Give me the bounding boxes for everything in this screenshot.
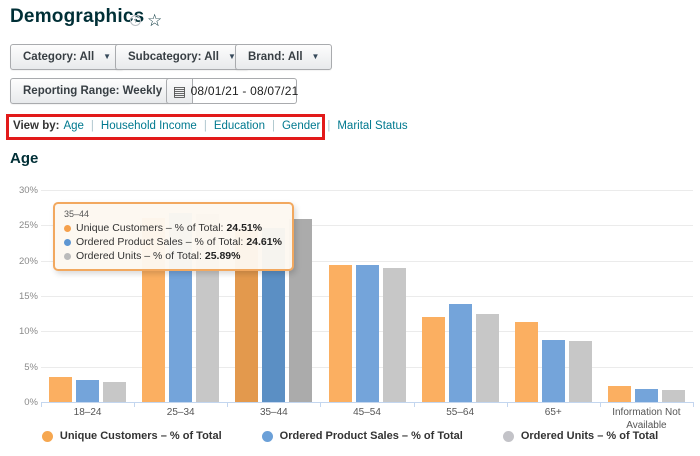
subcategory-dropdown[interactable]: Subcategory: All ▼ (115, 44, 249, 70)
gridline (41, 190, 693, 191)
brand-dropdown[interactable]: Brand: All ▼ (235, 44, 333, 70)
bar-Information-Not-Available-s1[interactable] (634, 388, 658, 402)
bar-45–54-s2[interactable] (382, 268, 406, 402)
bar-65+-s2[interactable] (568, 340, 592, 402)
x-axis-label: 25–34 (166, 407, 195, 418)
bar-65+-s0[interactable] (514, 322, 538, 402)
age-section-title: Age (10, 150, 39, 167)
link-separator: | (271, 120, 275, 132)
chevron-down-icon: ▼ (103, 52, 112, 61)
bar-55–64-s1[interactable] (448, 304, 472, 402)
x-axis-label: 65+ (544, 407, 562, 418)
legend-label: Ordered Product Sales – % of Total (279, 430, 463, 442)
bar-45–54-s0[interactable] (328, 264, 352, 402)
y-axis-label: 25% (18, 220, 38, 232)
legend-dot-icon (41, 430, 53, 442)
chart-legend: Unique Customers – % of Total Ordered Pro… (0, 430, 700, 442)
category-dropdown[interactable]: Category: All ▼ (10, 44, 125, 70)
series-dot-icon (64, 224, 71, 232)
bar-18–24-s0[interactable] (49, 377, 73, 402)
y-axis-label: 5% (24, 361, 38, 373)
brand-dropdown-label: Brand: All (248, 51, 303, 63)
bar-18–24-s2[interactable] (103, 381, 127, 402)
bar-55–64-s2[interactable] (475, 313, 499, 402)
view-by-link-age[interactable]: Age (63, 120, 83, 132)
view-by-label: View by: (13, 120, 60, 132)
legend-dot-icon (502, 430, 514, 442)
link-separator: | (90, 120, 94, 132)
tooltip-value: 25.89% (204, 250, 241, 262)
x-axis-label: 35–44 (259, 407, 288, 418)
y-axis-label: 10% (18, 326, 38, 338)
calendar-icon: ▤ (172, 83, 187, 99)
page-title: Demographics (10, 6, 145, 27)
date-range-field[interactable]: 08/01/21 - 08/07/21 (191, 78, 298, 104)
tooltip-row: Unique Customers – % of Total: 24.51% (64, 221, 282, 235)
subcategory-dropdown-label: Subcategory: All (128, 51, 219, 63)
legend-label: Ordered Units – % of Total (520, 430, 659, 442)
link-separator: | (203, 120, 207, 132)
tooltip-value: 24.61% (246, 236, 282, 248)
view-by-link-household-income[interactable]: Household Income (101, 120, 197, 132)
x-axis-label: 55–64 (446, 407, 475, 418)
y-axis-label: 0% (24, 397, 38, 408)
x-axis-label: 45–54 (353, 407, 381, 418)
calendar-button[interactable]: ▤ (166, 78, 193, 104)
bar-18–24-s1[interactable] (76, 380, 100, 402)
chart-tooltip: 35–44 Unique Customers – % of Total: 24.5… (53, 202, 294, 271)
tooltip-label: Ordered Units – % of Total: (76, 250, 202, 262)
x-axis-line (41, 402, 693, 403)
view-by-row: View by: Age | Household Income | Education |… (13, 120, 408, 132)
legend-label: Unique Customers – % of Total (59, 430, 222, 442)
series-dot-icon (64, 252, 71, 260)
tooltip-value: 24.51% (226, 222, 263, 234)
view-by-link-education[interactable]: Education (214, 120, 265, 132)
bar-Information-Not-Available-s2[interactable] (661, 390, 685, 402)
tooltip-row: Ordered Product Sales – % of Total: 24.61… (64, 235, 282, 249)
axis-tick (693, 402, 694, 407)
x-axis-label: Information Not Available (612, 407, 681, 431)
y-axis-label: 20% (18, 255, 38, 267)
legend-item-0[interactable]: Unique Customers – % of Total (41, 430, 222, 442)
series-dot-icon (64, 238, 71, 246)
tooltip-label: Ordered Product Sales – % of Total: (76, 236, 244, 248)
reporting-range-dropdown[interactable]: Reporting Range: Weekly ▼ (10, 78, 193, 104)
legend-item-2[interactable]: Ordered Units – % of Total (502, 430, 659, 442)
reporting-range-label: Reporting Range: Weekly (23, 85, 163, 97)
bar-65+-s1[interactable] (541, 339, 565, 402)
x-axis-label: 18–24 (73, 407, 102, 418)
bar-Information-Not-Available-s0[interactable] (607, 385, 631, 402)
chevron-down-icon: ▼ (311, 52, 320, 61)
view-by-link-marital-status[interactable]: Marital Status (337, 120, 407, 132)
tooltip-category: 35–44 (64, 209, 90, 219)
y-axis-label: 15% (18, 291, 38, 302)
info-icon[interactable]: i (130, 15, 141, 26)
view-by-link-gender[interactable]: Gender (282, 120, 320, 132)
favorite-star-icon[interactable]: ☆ (147, 12, 162, 29)
tooltip-label: Unique Customers – % of Total: (76, 222, 224, 234)
tooltip-row: Ordered Units – % of Total: 25.89% (64, 249, 282, 263)
category-dropdown-label: Category: All (23, 51, 95, 63)
legend-dot-icon (261, 430, 273, 442)
link-separator: | (327, 120, 331, 132)
legend-item-1[interactable]: Ordered Product Sales – % of Total (261, 430, 463, 442)
bar-55–64-s0[interactable] (421, 316, 445, 402)
y-axis-label: 30% (18, 185, 38, 196)
bar-45–54-s1[interactable] (355, 264, 379, 402)
demographics-page: Demographics i ☆ Category: All ▼ Subcate… (0, 0, 700, 456)
